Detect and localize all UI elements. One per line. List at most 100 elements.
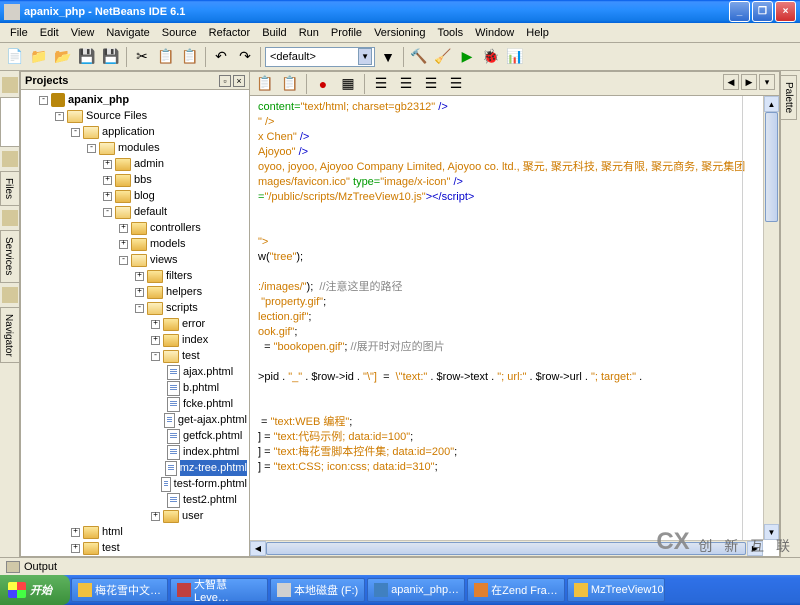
ed-btn-4[interactable]: ▦ xyxy=(337,73,359,95)
minimize-button[interactable]: _ xyxy=(729,1,750,22)
new-file-button[interactable]: 📄 xyxy=(4,46,26,68)
nav-menu-button[interactable]: ▾ xyxy=(759,74,775,90)
code-area[interactable]: content="text/html; charset=gb2312" /> "… xyxy=(250,96,779,479)
tree-bbs[interactable]: +bbs xyxy=(87,172,247,188)
navigator-icon[interactable] xyxy=(2,287,18,303)
tree-file-b[interactable]: b.phtml xyxy=(151,380,247,396)
tab-navigator[interactable]: Navigator xyxy=(0,307,19,364)
tree-scripts[interactable]: -scripts xyxy=(119,300,247,316)
undo-button[interactable]: ↶ xyxy=(210,46,232,68)
tree-file-index[interactable]: index.phtml xyxy=(151,444,247,460)
tree-application[interactable]: -application xyxy=(55,124,247,140)
task-5[interactable]: 在Zend Fra… xyxy=(467,578,565,602)
menu-edit[interactable]: Edit xyxy=(34,25,65,41)
menu-source[interactable]: Source xyxy=(156,25,203,41)
files-icon[interactable] xyxy=(2,151,18,167)
nav-back-button[interactable]: ◀ xyxy=(723,74,739,90)
ed-btn-3[interactable]: ● xyxy=(312,73,334,95)
tree-test2[interactable]: +test xyxy=(55,540,247,556)
start-button[interactable]: 开始 xyxy=(0,575,70,605)
debug-button[interactable]: 🐞 xyxy=(480,46,502,68)
tree-file-getfck[interactable]: getfck.phtml xyxy=(151,428,247,444)
tab-services[interactable]: Services xyxy=(0,230,19,282)
config-combo[interactable]: <default> xyxy=(265,47,375,67)
close-button[interactable]: × xyxy=(775,1,796,22)
ed-btn-8[interactable]: ☰ xyxy=(445,73,467,95)
watermark: CX 创 新 互 联 xyxy=(656,528,794,564)
menu-window[interactable]: Window xyxy=(469,25,520,41)
task-6[interactable]: MzTreeView10 xyxy=(567,578,665,602)
tree-index[interactable]: +index xyxy=(135,332,247,348)
build-button[interactable]: 🔨 xyxy=(408,46,430,68)
tree-user[interactable]: +user xyxy=(135,508,247,524)
tree-file-mz-tree[interactable]: mz-tree.phtml xyxy=(151,460,247,476)
task-1[interactable]: 梅花雪中文… xyxy=(71,578,168,602)
tree-file-get-ajax[interactable]: get-ajax.phtml xyxy=(151,412,247,428)
panel-minimize-button[interactable]: ▫ xyxy=(219,75,231,87)
menu-refactor[interactable]: Refactor xyxy=(203,25,257,41)
save-all-button[interactable]: 💾 xyxy=(100,46,122,68)
tree-modules[interactable]: -modules xyxy=(71,140,247,156)
nav-fwd-button[interactable]: ▶ xyxy=(741,74,757,90)
tab-projects[interactable]: Projects xyxy=(0,97,19,147)
cut-button[interactable]: ✂ xyxy=(131,46,153,68)
new-project-button[interactable]: 📁 xyxy=(28,46,50,68)
tree-error[interactable]: +error xyxy=(135,316,247,332)
tree-filters[interactable]: +filters xyxy=(119,268,247,284)
run-button[interactable]: ▶ xyxy=(456,46,478,68)
scroll-v-thumb[interactable] xyxy=(765,112,778,222)
tree-views[interactable]: -views xyxy=(103,252,247,268)
project-tree[interactable]: -apanix_php -Source Files -application -… xyxy=(21,90,249,556)
tree-file-fcke[interactable]: fcke.phtml xyxy=(151,396,247,412)
scroll-left-arrow[interactable]: ◀ xyxy=(250,541,266,556)
redo-button[interactable]: ↷ xyxy=(234,46,256,68)
menu-navigate[interactable]: Navigate xyxy=(100,25,155,41)
tree-file-test-form[interactable]: test-form.phtml xyxy=(151,476,247,492)
save-button[interactable]: 💾 xyxy=(76,46,98,68)
tree-default[interactable]: -default xyxy=(87,204,247,220)
panel-close-button[interactable]: × xyxy=(233,75,245,87)
task-4[interactable]: apanix_php… xyxy=(367,578,465,602)
tree-root[interactable]: -apanix_php xyxy=(23,92,247,108)
build-dropdown[interactable]: ▼ xyxy=(377,46,399,68)
panel-title: Projects xyxy=(25,75,217,87)
menu-run[interactable]: Run xyxy=(293,25,325,41)
ed-btn-6[interactable]: ☰ xyxy=(395,73,417,95)
task-3[interactable]: 本地磁盘 (F:) xyxy=(270,578,365,602)
services-icon[interactable] xyxy=(2,210,18,226)
window-title: apanix_php - NetBeans IDE 6.1 xyxy=(24,6,729,18)
menu-profile[interactable]: Profile xyxy=(325,25,368,41)
task-2[interactable]: 大智慧Leve… xyxy=(170,578,268,602)
scroll-up-arrow[interactable]: ▲ xyxy=(764,96,779,112)
menu-help[interactable]: Help xyxy=(520,25,555,41)
tree-helpers[interactable]: +helpers xyxy=(119,284,247,300)
tree-models[interactable]: +models xyxy=(103,236,247,252)
paste-button[interactable]: 📋 xyxy=(179,46,201,68)
tree-controllers[interactable]: +controllers xyxy=(103,220,247,236)
tree-html[interactable]: +html xyxy=(55,524,247,540)
tree-source-files[interactable]: -Source Files xyxy=(39,108,247,124)
copy-button[interactable]: 📋 xyxy=(155,46,177,68)
tree-file-test2[interactable]: test2.phtml xyxy=(151,492,247,508)
tab-files[interactable]: Files xyxy=(0,171,19,206)
ed-btn-1[interactable]: 📋 xyxy=(254,73,276,95)
tree-test[interactable]: -test xyxy=(135,348,247,364)
menu-build[interactable]: Build xyxy=(256,25,292,41)
menu-versioning[interactable]: Versioning xyxy=(368,25,431,41)
tree-file-ajax[interactable]: ajax.phtml xyxy=(151,364,247,380)
menu-tools[interactable]: Tools xyxy=(431,25,469,41)
ed-btn-2[interactable]: 📋 xyxy=(279,73,301,95)
maximize-button[interactable]: ❐ xyxy=(752,1,773,22)
tree-blog[interactable]: +blog xyxy=(87,188,247,204)
vertical-scrollbar[interactable]: ▲ ▼ xyxy=(763,96,779,540)
menu-file[interactable]: File xyxy=(4,25,34,41)
tab-palette[interactable]: Palette xyxy=(781,75,797,120)
menu-view[interactable]: View xyxy=(65,25,101,41)
profile-button[interactable]: 📊 xyxy=(504,46,526,68)
ed-btn-7[interactable]: ☰ xyxy=(420,73,442,95)
clean-button[interactable]: 🧹 xyxy=(432,46,454,68)
ed-btn-5[interactable]: ☰ xyxy=(370,73,392,95)
open-button[interactable]: 📂 xyxy=(52,46,74,68)
projects-icon[interactable] xyxy=(2,77,18,93)
tree-admin[interactable]: +admin xyxy=(87,156,247,172)
